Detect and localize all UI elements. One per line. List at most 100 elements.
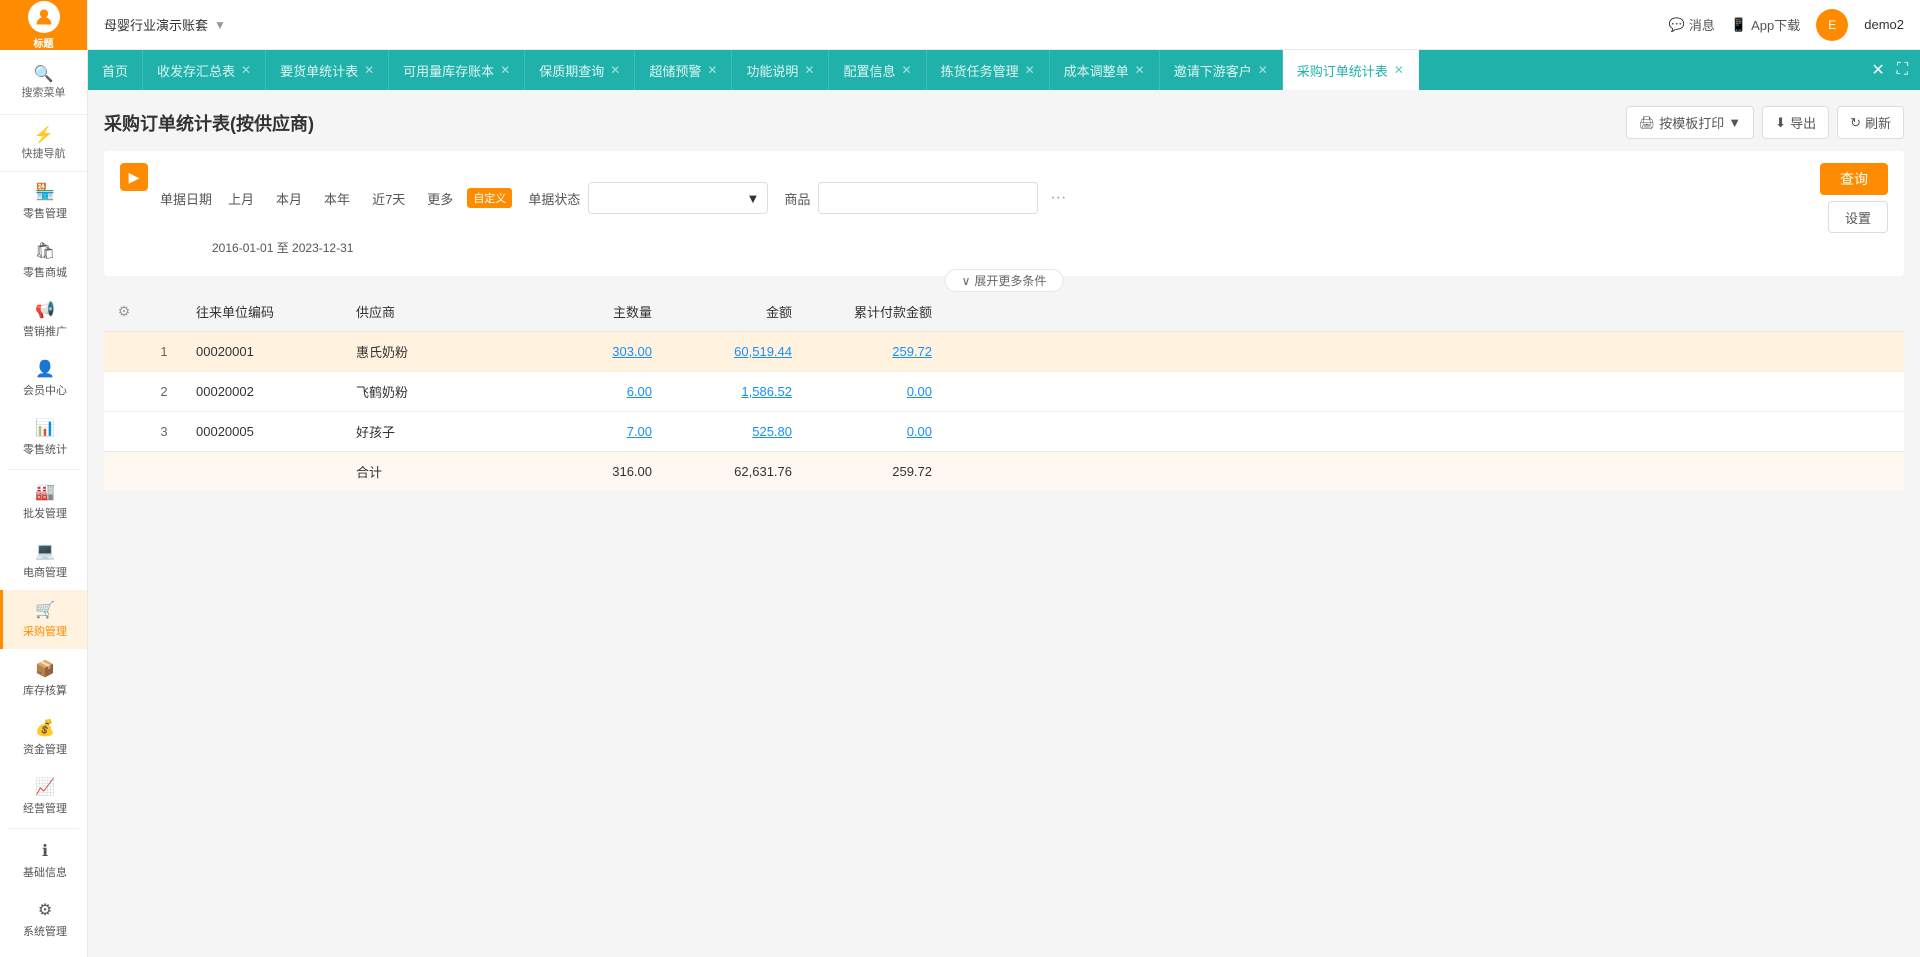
tab-label: 保质期查询 (539, 61, 604, 80)
amount-link[interactable]: 60,519.44 (734, 344, 792, 359)
tab-label: 采购订单统计表 (1297, 61, 1388, 80)
sidebar-item-finance[interactable]: 💰 资金管理 (0, 708, 87, 767)
tab-receive-summary[interactable]: 收发存汇总表 ✕ (143, 50, 266, 90)
paid-link[interactable]: 0.00 (907, 384, 932, 399)
tab-close-icon[interactable]: ✕ (364, 63, 374, 77)
app-download-button[interactable]: 📱 App下载 (1731, 15, 1800, 34)
tab-home-label: 首页 (102, 61, 128, 80)
retail-stats-icon: 📊 (35, 418, 55, 438)
message-button[interactable]: 💬 消息 (1669, 15, 1715, 34)
date-shortcut-last-month[interactable]: 上月 (220, 186, 262, 211)
tab-close-icon[interactable]: ✕ (1025, 63, 1035, 77)
filter-action-area: 查询 设置 (1820, 163, 1888, 233)
tab-close-icon[interactable]: ✕ (1135, 63, 1145, 77)
filter-toggle-button[interactable]: ▶ (120, 163, 148, 191)
close-tab-button[interactable]: ✕ (1867, 56, 1888, 84)
tab-available-stock[interactable]: 可用量库存账本 ✕ (389, 50, 525, 90)
column-settings-icon[interactable]: ⚙ (118, 303, 131, 319)
quantity-link[interactable]: 6.00 (627, 384, 652, 399)
tab-home[interactable]: 首页 (88, 50, 143, 90)
wholesale-icon: 🏭 (35, 482, 55, 502)
more-conditions-button[interactable]: ∨ 展开更多条件 (945, 269, 1064, 292)
tab-label: 可用量库存账本 (403, 61, 494, 80)
tab-pick-task[interactable]: 拣货任务管理 ✕ (927, 50, 1050, 90)
td-num: 2 (144, 372, 184, 412)
refresh-button[interactable]: ↻ 刷新 (1837, 106, 1904, 139)
goods-input[interactable] (818, 182, 1038, 214)
td-paid-amount: 259.72 (804, 332, 944, 372)
search-menu-button[interactable]: 🔍 搜索菜单 (4, 58, 83, 106)
more-conditions-label: 展开更多条件 (974, 272, 1046, 289)
amount-link[interactable]: 525.80 (752, 424, 792, 439)
sidebar-item-stock-check[interactable]: 📦 库存核算 (0, 649, 87, 708)
th-supplier-code: 往来单位编码 (184, 292, 344, 332)
tab-function-desc[interactable]: 功能说明 ✕ (732, 50, 829, 90)
tab-warranty-query[interactable]: 保质期查询 ✕ (525, 50, 635, 90)
sidebar-divider-1 (8, 469, 79, 470)
page-header: 采购订单统计表(按供应商) 🖨 按模板打印 ▼ ⬇ 导出 ↻ 刷新 (104, 106, 1904, 139)
user-avatar[interactable]: E (1816, 9, 1848, 41)
table-row: 2 00020002 飞鹤奶粉 6.00 1,586.52 0.00 (104, 372, 1904, 412)
tab-label: 功能说明 (746, 61, 798, 80)
company-selector[interactable]: 母婴行业演示账套 ▼ (104, 15, 226, 34)
paid-link[interactable]: 259.72 (892, 344, 932, 359)
date-shortcut-this-month[interactable]: 本月 (268, 186, 310, 211)
td-paid-amount: 0.00 (804, 412, 944, 452)
settings-button[interactable]: 设置 (1828, 201, 1888, 233)
print-button[interactable]: 🖨 按模板打印 ▼ (1626, 106, 1754, 139)
tf-empty1 (104, 452, 144, 492)
tab-label: 收发存汇总表 (157, 61, 235, 80)
tab-overstock-warning[interactable]: 超储预警 ✕ (635, 50, 732, 90)
refresh-label: 刷新 (1865, 113, 1891, 132)
tab-close-icon[interactable]: ✕ (902, 63, 912, 77)
paid-link[interactable]: 0.00 (907, 424, 932, 439)
sidebar-item-retail-manage[interactable]: 🏪 零售管理 (0, 172, 87, 231)
quicknav-button[interactable]: ⚡ 快捷导航 (0, 119, 87, 167)
sidebar-item-ecommerce[interactable]: 💻 电商管理 (0, 531, 87, 590)
sidebar-item-operations[interactable]: 📈 经营管理 (0, 767, 87, 826)
sidebar-item-purchase[interactable]: 🛒 采购管理 (0, 590, 87, 649)
tab-close-icon[interactable]: ✕ (804, 63, 814, 77)
goods-filter-group: 商品 ··· (784, 182, 1070, 214)
export-button[interactable]: ⬇ 导出 (1762, 106, 1829, 139)
amount-link[interactable]: 1,586.52 (741, 384, 792, 399)
tab-cost-adjust[interactable]: 成本调整单 ✕ (1050, 50, 1160, 90)
print-dropdown-arrow: ▼ (1728, 115, 1741, 130)
tab-purchase-stats[interactable]: 采购订单统计表 ✕ (1283, 50, 1419, 90)
tab-config-info[interactable]: 配置信息 ✕ (829, 50, 926, 90)
tab-close-icon[interactable]: ✕ (1394, 63, 1404, 77)
print-icon: 🖨 (1639, 115, 1656, 131)
sidebar-item-system[interactable]: ⚙ 系统管理 (0, 890, 87, 949)
filter-row-1: 单据日期 上月 本月 本年 近7天 更多 自定义 (160, 163, 1888, 233)
date-shortcut-this-year[interactable]: 本年 (316, 186, 358, 211)
sidebar-item-retail-stats[interactable]: 📊 零售统计 (0, 408, 87, 467)
tab-invite-downstream[interactable]: 邀请下游客户 ✕ (1160, 50, 1283, 90)
sidebar-item-marketing[interactable]: 📢 营销推广 (0, 290, 87, 349)
tab-close-icon[interactable]: ✕ (500, 63, 510, 77)
th-amount: 金额 (664, 292, 804, 332)
username-label[interactable]: demo2 (1864, 17, 1904, 32)
sidebar-item-enterprise-collab[interactable]: 🤝 企业协同 (0, 949, 87, 957)
goods-more-button[interactable]: ··· (1046, 189, 1070, 207)
tab-purchase-summary[interactable]: 要货单统计表 ✕ (266, 50, 389, 90)
tf-quantity: 316.00 (544, 452, 664, 492)
sidebar-item-retail-shop[interactable]: 🛍 零售商城 (0, 231, 87, 290)
quantity-link[interactable]: 7.00 (627, 424, 652, 439)
sidebar-item-wholesale[interactable]: 🏭 批发管理 (0, 472, 87, 531)
sidebar-item-basic-info[interactable]: ℹ 基础信息 (0, 831, 87, 890)
tab-close-icon[interactable]: ✕ (610, 63, 620, 77)
tab-close-icon[interactable]: ✕ (241, 63, 251, 77)
td-supplier-name: 飞鹤奶粉 (344, 372, 544, 412)
status-select[interactable]: ▼ (588, 182, 768, 214)
maximize-tab-button[interactable]: ⛶ (1893, 57, 1912, 83)
sidebar-item-member-center[interactable]: 👤 会员中心 (0, 349, 87, 408)
query-button[interactable]: 查询 (1820, 163, 1888, 195)
td-supplier-code: 00020005 (184, 412, 344, 452)
tab-close-icon[interactable]: ✕ (707, 63, 717, 77)
tab-close-icon[interactable]: ✕ (1258, 63, 1268, 77)
sidebar-item-label: 库存核算 (23, 682, 67, 698)
quantity-link[interactable]: 303.00 (612, 344, 652, 359)
date-shortcut-7days[interactable]: 近7天 (364, 186, 413, 211)
tab-label: 要货单统计表 (280, 61, 358, 80)
date-shortcut-more[interactable]: 更多 (419, 186, 461, 211)
